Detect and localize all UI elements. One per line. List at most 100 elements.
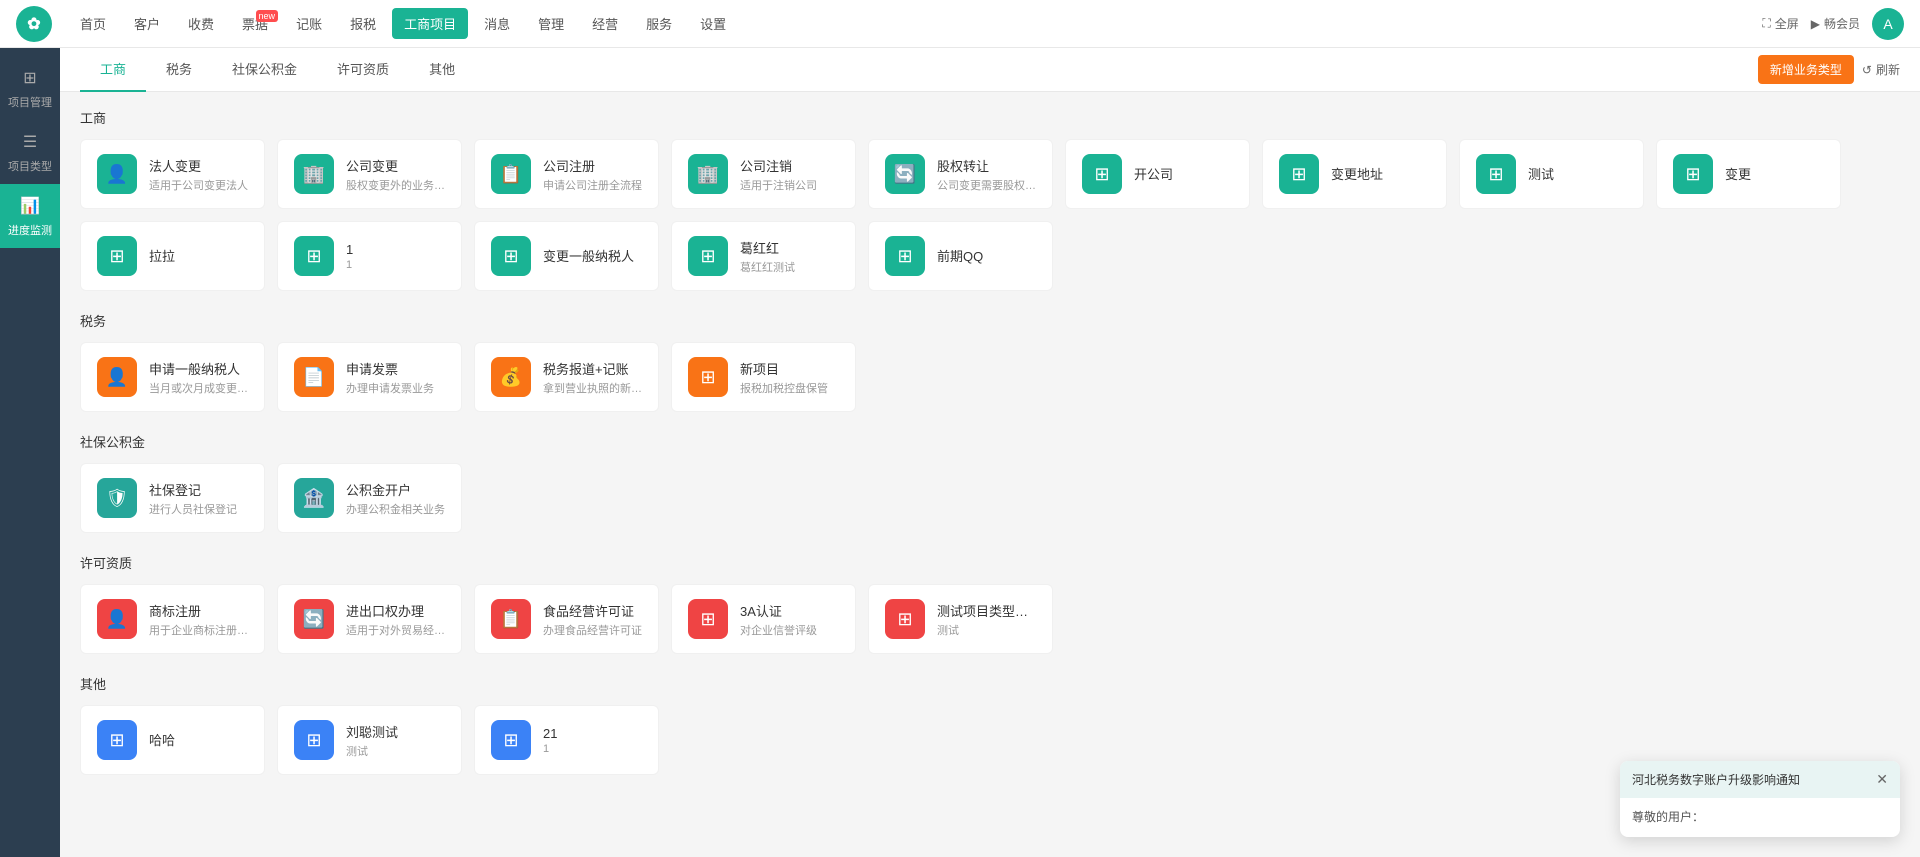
card-info: 税务报道+记账 拿到营业执照的新公司 [543, 359, 642, 396]
nav-item-settings[interactable]: 设置 [688, 8, 738, 39]
card-info: 哈哈 [149, 730, 248, 751]
card-biangeng-yiban[interactable]: ⊞ 变更一般纳税人 [474, 221, 659, 291]
card-guquan-zhuanrang[interactable]: 🔄 股权转让 公司变更需要股权转让 [868, 139, 1053, 209]
card-name: 变更一般纳税人 [543, 246, 642, 265]
card-info: 新项目 报税加税控盘保管 [740, 359, 839, 396]
section-gongshang: 工商 👤 法人变更 适用于公司变更法人 🏢 公司变更 股权变更外的业务变更 [80, 108, 1900, 291]
card-icon: 🏢 [688, 154, 728, 194]
add-type-button[interactable]: 新增业务类型 [1758, 55, 1854, 84]
card-name: 3A认证 [740, 601, 839, 620]
card-desc: 办理公积金相关业务 [346, 501, 445, 517]
card-desc: 测试 [346, 743, 445, 759]
logo[interactable]: ✿ [16, 6, 52, 42]
nav-item-manage[interactable]: 管理 [526, 8, 576, 39]
card-3a-renzhen[interactable]: ⊞ 3A认证 对企业信誉评级 [671, 584, 856, 654]
card-name: 1 [346, 242, 445, 257]
card-gongsi-zhuce[interactable]: 📋 公司注册 申请公司注册全流程 [474, 139, 659, 209]
section-title-shuiwu: 税务 [80, 311, 1900, 330]
refresh-button[interactable]: ↺ 刷新 [1862, 61, 1900, 78]
card-gehonghong[interactable]: ⊞ 葛红红 葛红红测试 [671, 221, 856, 291]
card-liucong-ceshi[interactable]: ⊞ 刘聪测试 测试 [277, 705, 462, 775]
notif-title: 河北税务数字账户升级影响通知 [1632, 771, 1800, 788]
notif-close-button[interactable]: ✕ [1876, 771, 1888, 788]
card-info: 21 1 [543, 726, 642, 755]
card-jinchukou-banli[interactable]: 🔄 进出口权办理 适用于对外贸易经营者 [277, 584, 462, 654]
card-name: 公司注册 [543, 156, 642, 175]
section-title-gongshang: 工商 [80, 108, 1900, 127]
tab-qita[interactable]: 其他 [409, 47, 475, 92]
card-shenqing-fapiao[interactable]: 📄 申请发票 办理申请发票业务 [277, 342, 462, 412]
tab-xuke[interactable]: 许可资质 [317, 47, 409, 92]
nav-item-tax[interactable]: 报税 [338, 8, 388, 39]
card-info: 商标注册 用于企业商标注册服务 [149, 601, 248, 638]
card-icon: ⊞ [688, 236, 728, 276]
nav-items: 首页 客户 收费 票据 new 记账 报税 工商项目 消息 管理 经营 服务 设… [68, 8, 1762, 39]
nav-item-client[interactable]: 客户 [122, 8, 172, 39]
card-gongsi-zhuxiao[interactable]: 🏢 公司注销 适用于注销公司 [671, 139, 856, 209]
card-name: 申请一般纳税人 [149, 359, 248, 378]
nav-item-industrial[interactable]: 工商项目 [392, 8, 468, 39]
section-xuke: 许可资质 👤 商标注册 用于企业商标注册服务 🔄 进出口权办理 适用于对外贸易经… [80, 553, 1900, 654]
tab-shebao[interactable]: 社保公积金 [212, 47, 317, 92]
card-name: 进出口权办理 [346, 601, 445, 620]
card-faziren-biangeng[interactable]: 👤 法人变更 适用于公司变更法人 [80, 139, 265, 209]
card-haha[interactable]: ⊞ 哈哈 [80, 705, 265, 775]
card-info: 刘聪测试 测试 [346, 722, 445, 759]
card-xin-xiangmu[interactable]: ⊞ 新项目 报税加税控盘保管 [671, 342, 856, 412]
member-button[interactable]: ▶ 畅会员 [1811, 15, 1860, 32]
card-desc: 当月或次月成变更完成 [149, 380, 248, 396]
avatar[interactable]: A [1872, 8, 1904, 40]
refresh-icon: ↺ [1862, 63, 1872, 77]
card-desc: 1 [543, 743, 642, 755]
card-shuiwu-baodao[interactable]: 💰 税务报道+记账 拿到营业执照的新公司 [474, 342, 659, 412]
card-21[interactable]: ⊞ 21 1 [474, 705, 659, 775]
nav-item-ticket[interactable]: 票据 new [230, 8, 280, 39]
card-name: 葛红红 [740, 238, 839, 257]
sidebar-item-project-manage[interactable]: ⊞ 项目管理 [0, 56, 60, 120]
nav-item-operation[interactable]: 经营 [580, 8, 630, 39]
card-one[interactable]: ⊞ 1 1 [277, 221, 462, 291]
card-name: 哈哈 [149, 730, 248, 749]
card-name: 税务报道+记账 [543, 359, 642, 378]
card-icon: 🛡 [97, 478, 137, 518]
card-name: 变更 [1725, 164, 1824, 183]
tab-shuiwu[interactable]: 税务 [146, 47, 212, 92]
card-desc: 适用于注销公司 [740, 177, 839, 193]
top-nav: ✿ 首页 客户 收费 票据 new 记账 报税 工商项目 消息 管理 经营 服务… [0, 0, 1920, 48]
card-icon: ⊞ [688, 357, 728, 397]
card-icon: ⊞ [97, 236, 137, 276]
nav-item-service[interactable]: 服务 [634, 8, 684, 39]
tab-gongshang[interactable]: 工商 [80, 47, 146, 92]
card-biangeng[interactable]: ⊞ 变更 [1656, 139, 1841, 209]
card-shenqing-yiban[interactable]: 👤 申请一般纳税人 当月或次月成变更完成 [80, 342, 265, 412]
notification-popup: 河北税务数字账户升级影响通知 ✕ 尊敬的用户： [1620, 761, 1900, 837]
card-gongjijin-kaihu[interactable]: 🏦 公积金开户 办理公积金相关业务 [277, 463, 462, 533]
card-biangeng-dizhi[interactable]: ⊞ 变更地址 [1262, 139, 1447, 209]
notif-header: 河北税务数字账户升级影响通知 ✕ [1620, 761, 1900, 798]
card-kai-gongsi[interactable]: ⊞ 开公司 [1065, 139, 1250, 209]
card-name: 变更地址 [1331, 164, 1430, 183]
nav-item-accounting[interactable]: 记账 [284, 8, 334, 39]
card-shebao-dengji[interactable]: 🛡 社保登记 进行人员社保登记 [80, 463, 265, 533]
card-qianqi-qq[interactable]: ⊞ 前期QQ [868, 221, 1053, 291]
card-shipin-xuke[interactable]: 📋 食品经营许可证 办理食品经营许可证 [474, 584, 659, 654]
card-ceshi-leixing[interactable]: ⊞ 测试项目类型目定义 测试 [868, 584, 1053, 654]
card-shangbiao-zhuce[interactable]: 👤 商标注册 用于企业商标注册服务 [80, 584, 265, 654]
card-name: 前期QQ [937, 246, 1036, 265]
fullscreen-button[interactable]: ⛶ 全屏 [1762, 15, 1798, 32]
card-icon: 🔄 [885, 154, 925, 194]
card-ceshi[interactable]: ⊞ 测试 [1459, 139, 1644, 209]
nav-item-home[interactable]: 首页 [68, 8, 118, 39]
fullscreen-icon: ⛶ [1762, 16, 1770, 31]
card-info: 变更 [1725, 164, 1824, 185]
card-desc: 股权变更外的业务变更 [346, 177, 445, 193]
sidebar-item-progress[interactable]: 📊 进度监测 [0, 184, 60, 248]
section-qita: 其他 ⊞ 哈哈 ⊞ 刘聪测试 测试 ⊞ [80, 674, 1900, 775]
card-gongsi-biangeng[interactable]: 🏢 公司变更 股权变更外的业务变更 [277, 139, 462, 209]
card-icon: ⊞ [885, 599, 925, 639]
card-lala[interactable]: ⊞ 拉拉 [80, 221, 265, 291]
nav-item-fee[interactable]: 收费 [176, 8, 226, 39]
card-icon: 🏢 [294, 154, 334, 194]
nav-item-message[interactable]: 消息 [472, 8, 522, 39]
sidebar-item-project-type[interactable]: ☰ 项目类型 [0, 120, 60, 184]
